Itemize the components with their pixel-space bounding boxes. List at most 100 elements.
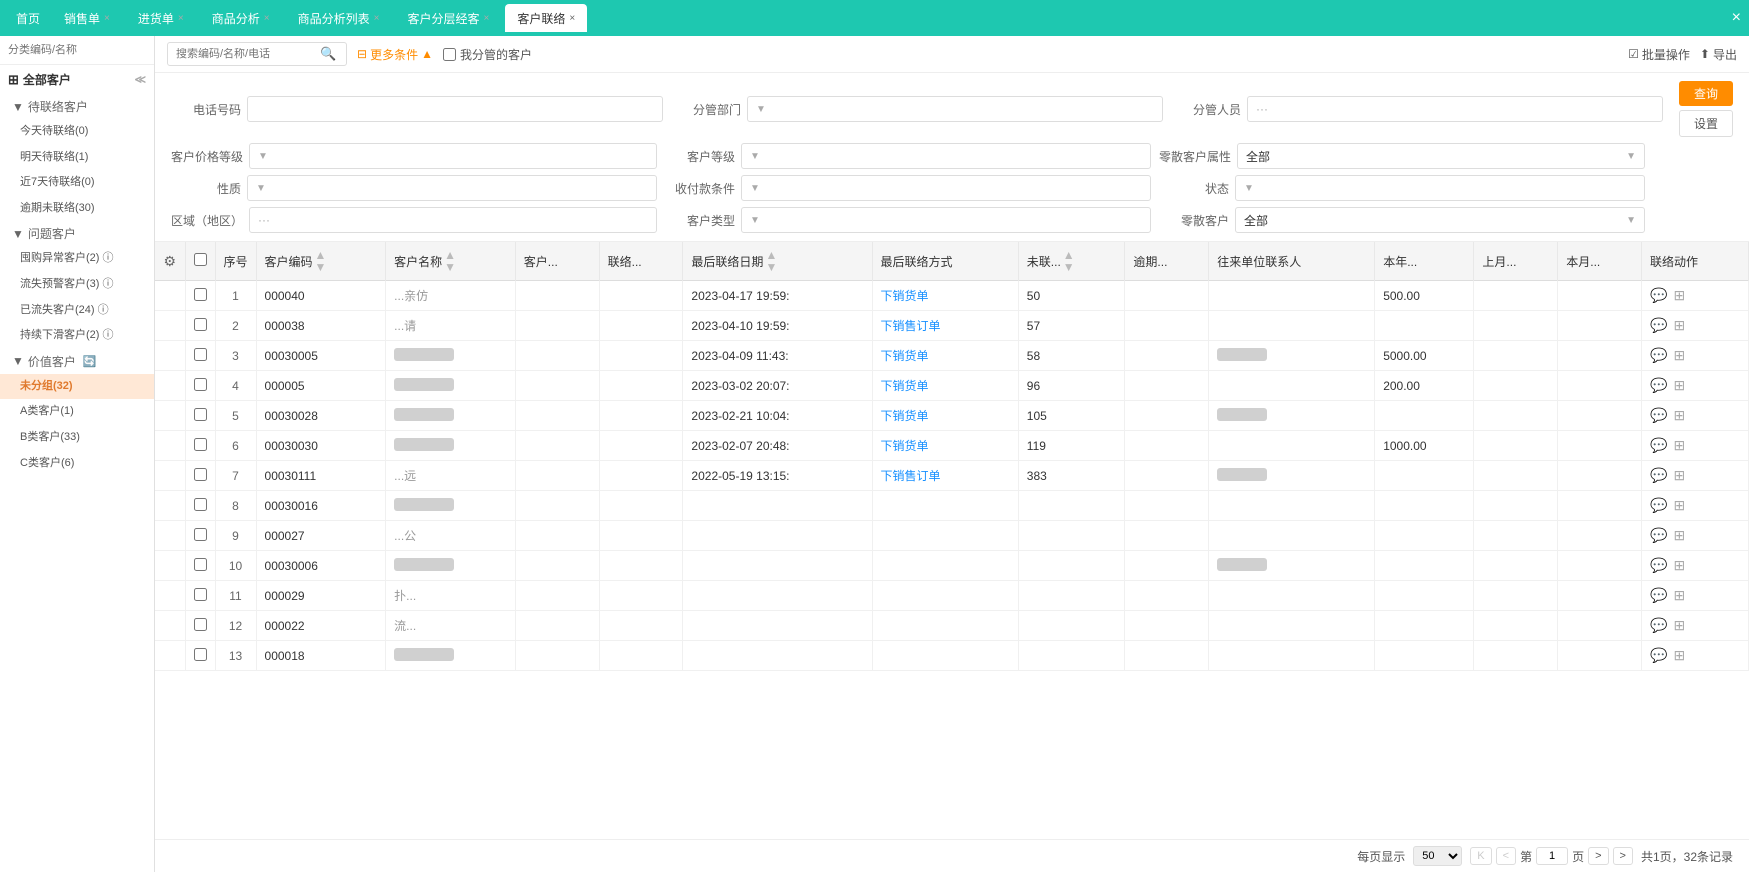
- grid-action-icon[interactable]: ⊞: [1673, 317, 1685, 334]
- per-page-select[interactable]: 50 100 200: [1413, 846, 1462, 866]
- retail-select[interactable]: 全部 ▼: [1235, 207, 1645, 233]
- close-purchase-tab[interactable]: ×: [178, 13, 184, 24]
- nature-select[interactable]: ▼: [247, 175, 657, 201]
- sidebar-item-7days[interactable]: 近7天待联络(0): [0, 170, 154, 196]
- chat-icon[interactable]: 💬: [1650, 377, 1667, 394]
- chat-icon[interactable]: 💬: [1650, 437, 1667, 454]
- price-level-select[interactable]: ▼: [249, 143, 657, 169]
- td-check[interactable]: [185, 371, 215, 401]
- td-check[interactable]: [185, 281, 215, 311]
- td-check[interactable]: [185, 551, 215, 581]
- sidebar-item-class-c[interactable]: C类客户(6): [0, 451, 154, 477]
- row-checkbox[interactable]: [194, 288, 207, 301]
- select-all-checkbox[interactable]: [194, 253, 207, 266]
- last-method-link[interactable]: 下销货单: [881, 349, 929, 363]
- td-check[interactable]: [185, 641, 215, 671]
- chat-icon[interactable]: 💬: [1650, 467, 1667, 484]
- grid-action-icon[interactable]: ⊞: [1673, 497, 1685, 514]
- row-checkbox[interactable]: [194, 588, 207, 601]
- chat-icon[interactable]: 💬: [1650, 497, 1667, 514]
- grid-action-icon[interactable]: ⊞: [1673, 557, 1685, 574]
- customer-level-select[interactable]: ▼: [741, 143, 1151, 169]
- row-checkbox[interactable]: [194, 558, 207, 571]
- all-customers-header[interactable]: ⊞ 全部客户 ≪: [0, 65, 154, 94]
- export-btn[interactable]: ⬆ 导出: [1700, 46, 1737, 63]
- tab-customer-contact[interactable]: 客户联络 ×: [505, 4, 587, 32]
- sidebar-group-pending[interactable]: ▼ 待联络客户: [0, 94, 154, 119]
- tab-purchase[interactable]: 进货单 ×: [126, 4, 196, 32]
- query-button[interactable]: 查询: [1679, 81, 1733, 106]
- chat-icon[interactable]: 💬: [1650, 407, 1667, 424]
- chat-icon[interactable]: 💬: [1650, 647, 1667, 664]
- tab-customer-segment[interactable]: 客户分层经客 ×: [395, 4, 501, 32]
- row-checkbox[interactable]: [194, 528, 207, 541]
- payment-select[interactable]: ▼: [741, 175, 1151, 201]
- grid-action-icon[interactable]: ⊞: [1673, 467, 1685, 484]
- prev-page-btn[interactable]: <: [1496, 847, 1516, 865]
- row-checkbox[interactable]: [194, 408, 207, 421]
- close-window-button[interactable]: ×: [1732, 9, 1741, 27]
- phone-input[interactable]: [247, 96, 663, 122]
- last-method-link[interactable]: 下销货单: [881, 409, 929, 423]
- search-icon[interactable]: 🔍: [320, 46, 336, 62]
- row-checkbox[interactable]: [194, 378, 207, 391]
- sidebar-item-class-b[interactable]: B类客户(33): [0, 425, 154, 451]
- td-check[interactable]: [185, 431, 215, 461]
- last-method-link[interactable]: 下销货单: [881, 379, 929, 393]
- close-contact-tab[interactable]: ×: [569, 13, 575, 24]
- grid-action-icon[interactable]: ⊞: [1673, 587, 1685, 604]
- customer-type-select[interactable]: ▼: [741, 207, 1151, 233]
- grid-action-icon[interactable]: ⊞: [1673, 407, 1685, 424]
- sidebar-item-today[interactable]: 今天待联络(0): [0, 119, 154, 145]
- tab-product-analysis[interactable]: 商品分析 ×: [200, 4, 282, 32]
- more-conditions-btn[interactable]: ⊟ 更多条件 ▲: [357, 46, 433, 63]
- grid-action-icon[interactable]: ⊞: [1673, 647, 1685, 664]
- row-checkbox[interactable]: [194, 618, 207, 631]
- last-page-btn[interactable]: >: [1613, 847, 1633, 865]
- my-customers-checkbox[interactable]: 我分管的客户: [443, 46, 532, 63]
- sidebar-item-declining[interactable]: 持续下滑客户(2) ⓘ: [0, 323, 154, 349]
- status-select[interactable]: ▼: [1235, 175, 1645, 201]
- row-checkbox[interactable]: [194, 498, 207, 511]
- reset-button[interactable]: 设置: [1679, 110, 1733, 137]
- sidebar-search-input[interactable]: [8, 44, 150, 56]
- tab-sales[interactable]: 销售单 ×: [52, 4, 122, 32]
- th-not-contact[interactable]: 未联...▲▼: [1018, 242, 1125, 281]
- region-input[interactable]: ···: [249, 207, 657, 233]
- search-input[interactable]: [176, 48, 316, 60]
- grid-action-icon[interactable]: ⊞: [1673, 527, 1685, 544]
- td-check[interactable]: [185, 401, 215, 431]
- close-sales-tab[interactable]: ×: [104, 13, 110, 24]
- row-checkbox[interactable]: [194, 318, 207, 331]
- first-page-btn[interactable]: K: [1470, 847, 1491, 865]
- sidebar-item-churn-warning[interactable]: 流失预警客户(3) ⓘ: [0, 272, 154, 298]
- td-check[interactable]: [185, 311, 215, 341]
- sidebar-item-overdue[interactable]: 逾期未联络(30): [0, 196, 154, 222]
- chat-icon[interactable]: 💬: [1650, 347, 1667, 364]
- retail-attr-select[interactable]: 全部 ▼: [1237, 143, 1645, 169]
- grid-action-icon[interactable]: ⊞: [1673, 617, 1685, 634]
- page-number-input[interactable]: [1536, 847, 1568, 865]
- person-input[interactable]: ···: [1247, 96, 1663, 122]
- chat-icon[interactable]: 💬: [1650, 287, 1667, 304]
- th-checkbox[interactable]: [185, 242, 215, 281]
- td-check[interactable]: [185, 581, 215, 611]
- gear-button[interactable]: ⚙: [163, 253, 176, 270]
- td-check[interactable]: [185, 611, 215, 641]
- row-checkbox[interactable]: [194, 468, 207, 481]
- chat-icon[interactable]: 💬: [1650, 617, 1667, 634]
- row-checkbox[interactable]: [194, 438, 207, 451]
- sidebar-item-abnormal[interactable]: 囤购异常客户(2) ⓘ: [0, 246, 154, 272]
- chat-icon[interactable]: 💬: [1650, 587, 1667, 604]
- close-segment-tab[interactable]: ×: [483, 13, 489, 24]
- td-check[interactable]: [185, 521, 215, 551]
- row-checkbox[interactable]: [194, 648, 207, 661]
- dept-select[interactable]: ▼: [747, 96, 1163, 122]
- sidebar-item-churned[interactable]: 已流失客户(24) ⓘ: [0, 298, 154, 324]
- sidebar-group-problems[interactable]: ▼ 问题客户: [0, 221, 154, 246]
- td-check[interactable]: [185, 461, 215, 491]
- sidebar-item-tomorrow[interactable]: 明天待联络(1): [0, 145, 154, 171]
- td-check[interactable]: [185, 491, 215, 521]
- chat-icon[interactable]: 💬: [1650, 527, 1667, 544]
- last-method-link[interactable]: 下销货单: [881, 289, 929, 303]
